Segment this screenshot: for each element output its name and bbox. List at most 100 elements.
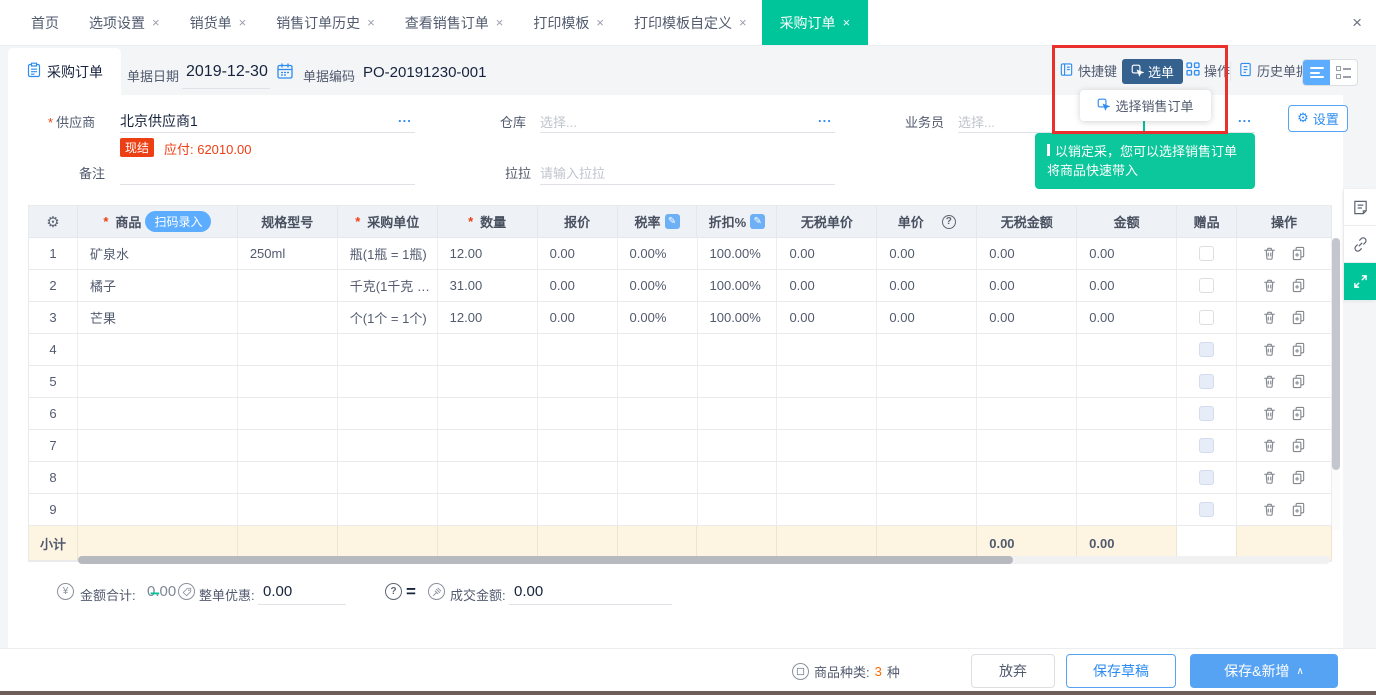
cell-spec[interactable]: 250ml [238,238,338,269]
cell-quote[interactable] [538,366,618,397]
cell-notax_price[interactable] [777,430,878,461]
cell-notax_amount[interactable]: 0.00 [977,270,1078,301]
cell-product[interactable] [78,430,238,461]
cell-amount[interactable]: 0.00 [1077,270,1178,301]
cell-amount[interactable] [1077,462,1178,493]
delete-row-icon[interactable] [1262,502,1277,517]
tab-0[interactable]: 首页 [16,0,74,45]
cell-notax_amount[interactable] [977,366,1078,397]
copy-row-icon[interactable] [1291,406,1306,421]
cell-amount[interactable] [1077,334,1178,365]
cell-tax[interactable]: 0.00% [618,302,698,333]
cell-notax_amount[interactable]: 0.00 [977,238,1078,269]
cell-unit[interactable] [338,462,438,493]
cell-qty[interactable]: 31.00 [438,270,538,301]
tab-1[interactable]: 选项设置 × [74,0,175,45]
cell-qty[interactable] [438,334,538,365]
supplier-more-icon[interactable]: ... [398,110,412,125]
cell-spec[interactable] [238,302,338,333]
cell-price[interactable] [877,494,978,525]
cell-discount[interactable] [698,334,778,365]
horizontal-scrollbar-thumb[interactable] [78,556,1013,564]
list-view-toggle[interactable] [1303,60,1330,85]
tab-2[interactable]: 销货单 × [175,0,262,45]
cell-spec[interactable] [238,430,338,461]
cell-quote[interactable] [538,462,618,493]
actions-button[interactable]: 操作 [1186,61,1230,80]
save-draft-button[interactable]: 保存草稿 [1066,654,1176,688]
cell-quote[interactable]: 0.00 [538,270,618,301]
column-settings-icon[interactable]: ⚙ [46,213,59,231]
shortcut-button[interactable]: 快捷键 [1059,61,1117,80]
date-value[interactable]: 2019-12-30 [186,63,268,81]
cell-notax_price[interactable] [777,494,878,525]
copy-row-icon[interactable] [1291,278,1306,293]
tab-close-icon[interactable]: × [152,15,160,30]
history-button[interactable]: 历史单据 [1238,61,1309,80]
cell-product[interactable]: 矿泉水 [78,238,238,269]
note-button[interactable] [1344,189,1376,226]
cell-discount[interactable]: 100.00% [698,302,778,333]
cell-spec[interactable] [238,462,338,493]
copy-row-icon[interactable] [1291,374,1306,389]
gift-checkbox[interactable] [1199,246,1215,261]
help-icon[interactable]: ? [941,214,956,229]
gift-checkbox[interactable] [1199,470,1215,485]
cell-notax_price[interactable] [777,462,878,493]
vertical-scrollbar[interactable] [1332,238,1340,530]
cell-discount[interactable] [698,462,778,493]
cell-amount[interactable] [1077,430,1178,461]
cell-quote[interactable] [538,334,618,365]
cell-product[interactable] [78,462,238,493]
cell-notax_amount[interactable]: 0.00 [977,302,1078,333]
cell-tax[interactable] [618,494,698,525]
cell-quote[interactable] [538,430,618,461]
cell-unit[interactable]: 个(1个 = 1个) [338,302,438,333]
cell-notax_amount[interactable] [977,462,1078,493]
gift-checkbox[interactable] [1199,502,1215,517]
cell-quote[interactable] [538,494,618,525]
gift-checkbox[interactable] [1199,278,1215,293]
cell-product[interactable] [78,494,238,525]
pick-order-button[interactable]: 选单 [1122,59,1184,84]
copy-row-icon[interactable] [1291,342,1306,357]
cell-discount[interactable] [698,494,778,525]
tab-3[interactable]: 销售订单历史 × [261,0,390,45]
copy-row-icon[interactable] [1291,246,1306,261]
cell-quote[interactable] [538,398,618,429]
cell-tax[interactable] [618,334,698,365]
cell-tax[interactable] [618,430,698,461]
gift-checkbox[interactable] [1199,374,1215,389]
cell-tax[interactable] [618,366,698,397]
delete-row-icon[interactable] [1262,342,1277,357]
cell-quote[interactable]: 0.00 [538,238,618,269]
cell-notax_price[interactable] [777,366,878,397]
cell-product[interactable]: 芒果 [78,302,238,333]
cell-notax_amount[interactable] [977,334,1078,365]
cell-price[interactable] [877,430,978,461]
cell-unit[interactable] [338,366,438,397]
delete-row-icon[interactable] [1262,278,1277,293]
cell-amount[interactable] [1077,494,1178,525]
batch-edit-icon[interactable]: ✎ [664,214,680,229]
tab-6[interactable]: 打印模板自定义 × [619,0,762,45]
gift-checkbox[interactable] [1199,438,1215,453]
doc-type-tab[interactable]: 采购订单 [8,48,121,95]
supplier-field[interactable]: 北京供应商1 [120,111,198,131]
settings-button[interactable]: ⚙ 设置 [1288,105,1348,132]
card-view-toggle[interactable] [1330,60,1357,85]
cell-spec[interactable] [238,366,338,397]
cell-qty[interactable] [438,366,538,397]
help-icon[interactable]: ? [385,583,402,600]
cell-spec[interactable] [238,398,338,429]
cell-notax_price[interactable] [777,334,878,365]
cell-discount[interactable] [698,430,778,461]
cell-qty[interactable] [438,398,538,429]
cell-product[interactable] [78,366,238,397]
delete-row-icon[interactable] [1262,470,1277,485]
delete-row-icon[interactable] [1262,438,1277,453]
delete-row-icon[interactable] [1262,406,1277,421]
cell-product[interactable] [78,334,238,365]
cell-tax[interactable]: 0.00% [618,238,698,269]
tab-7[interactable]: 采购订单 × [761,0,869,45]
